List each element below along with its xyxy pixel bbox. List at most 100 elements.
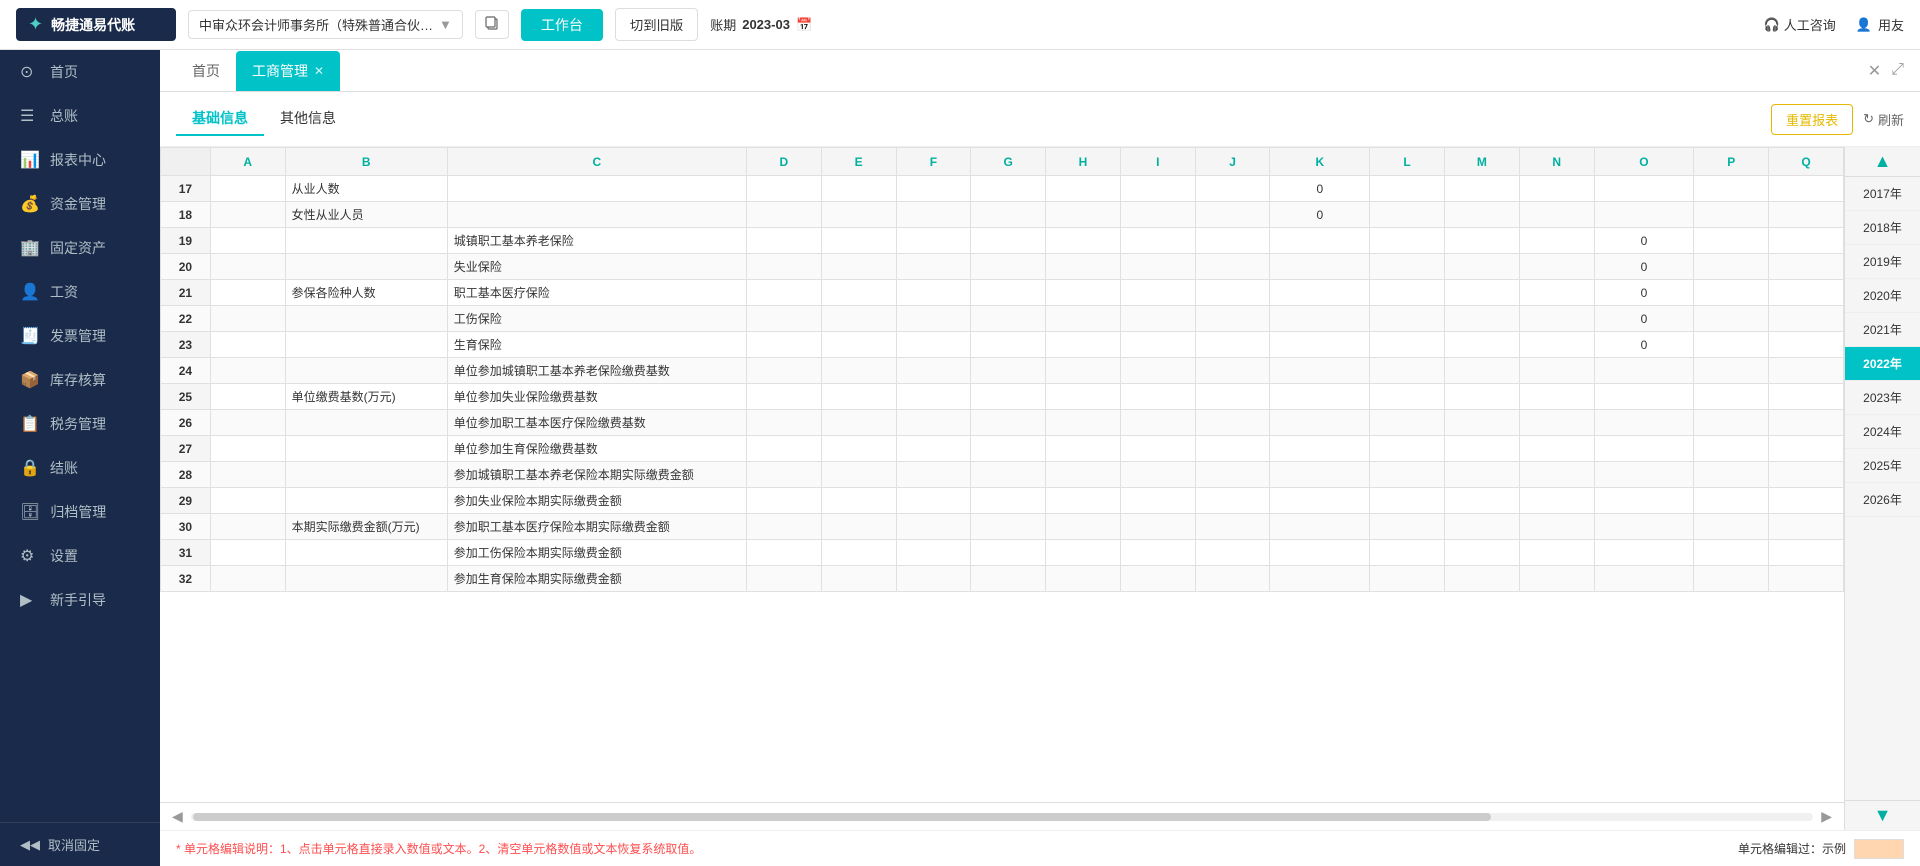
cell-b[interactable] [285,488,447,514]
cell-o[interactable]: 0 [1594,306,1694,332]
cell-l[interactable] [1370,176,1445,202]
cell-d[interactable] [746,410,821,436]
cell-e[interactable] [821,176,896,202]
cell-g[interactable] [971,176,1046,202]
cell-p[interactable] [1694,410,1769,436]
cell-q[interactable] [1769,540,1844,566]
close-window-icon[interactable]: ✕ [1868,61,1881,81]
cell-g[interactable] [971,306,1046,332]
cell-m[interactable] [1445,566,1520,592]
cell-o[interactable] [1594,358,1694,384]
cell-e[interactable] [821,462,896,488]
cell-j[interactable] [1195,176,1270,202]
cell-o[interactable]: 0 [1594,254,1694,280]
cell-f[interactable] [896,514,971,540]
cell-b[interactable]: 单位缴费基数(万元) [285,384,447,410]
cell-m[interactable] [1445,384,1520,410]
cell-n[interactable] [1519,566,1594,592]
cell-f[interactable] [896,202,971,228]
cell-o[interactable] [1594,462,1694,488]
cell-n[interactable] [1519,306,1594,332]
cell-m[interactable] [1445,488,1520,514]
cell-h[interactable] [1046,514,1121,540]
cell-b[interactable] [285,462,447,488]
cell-a[interactable] [210,540,285,566]
cell-q[interactable] [1769,176,1844,202]
cell-n[interactable] [1519,410,1594,436]
consult-button[interactable]: 🎧 人工咨询 [1764,15,1836,34]
cell-n[interactable] [1519,202,1594,228]
cell-b[interactable] [285,358,447,384]
cell-k[interactable] [1270,410,1370,436]
table-row[interactable]: 30本期实际缴费金额(万元)参加职工基本医疗保险本期实际缴费金额 [161,514,1844,540]
cell-a[interactable] [210,228,285,254]
year-item[interactable]: 2024年 [1845,415,1920,449]
cell-i[interactable] [1120,176,1195,202]
tab-close-icon[interactable]: ✕ [314,64,324,78]
cell-d[interactable] [746,358,821,384]
cell-g[interactable] [971,254,1046,280]
table-row[interactable]: 21参保各险种人数职工基本医疗保险0 [161,280,1844,306]
cell-i[interactable] [1120,332,1195,358]
cell-i[interactable] [1120,384,1195,410]
cell-f[interactable] [896,566,971,592]
cell-i[interactable] [1120,410,1195,436]
year-item[interactable]: 2022年 [1845,347,1920,381]
table-row[interactable]: 26单位参加职工基本医疗保险缴费基数 [161,410,1844,436]
cell-c[interactable]: 职工基本医疗保险 [447,280,746,306]
cell-q[interactable] [1769,228,1844,254]
cell-d[interactable] [746,462,821,488]
cell-d[interactable] [746,384,821,410]
cell-d[interactable] [746,280,821,306]
cell-d[interactable] [746,228,821,254]
cell-p[interactable] [1694,254,1769,280]
cell-i[interactable] [1120,514,1195,540]
cell-i[interactable] [1120,566,1195,592]
cell-q[interactable] [1769,462,1844,488]
cell-j[interactable] [1195,202,1270,228]
cell-l[interactable] [1370,254,1445,280]
sidebar-item-settings[interactable]: ⚙ 设置 [0,534,160,578]
cell-h[interactable] [1046,280,1121,306]
cell-k[interactable] [1270,514,1370,540]
cell-b[interactable] [285,332,447,358]
cell-b[interactable]: 从业人数 [285,176,447,202]
cell-e[interactable] [821,254,896,280]
cell-j[interactable] [1195,540,1270,566]
table-row[interactable]: 31参加工伤保险本期实际缴费金额 [161,540,1844,566]
cell-k[interactable] [1270,306,1370,332]
cell-p[interactable] [1694,514,1769,540]
cell-p[interactable] [1694,566,1769,592]
cell-f[interactable] [896,436,971,462]
sidebar-item-tax[interactable]: 📋 税务管理 [0,402,160,446]
cell-p[interactable] [1694,436,1769,462]
cell-a[interactable] [210,514,285,540]
table-row[interactable]: 20失业保险0 [161,254,1844,280]
cell-d[interactable] [746,514,821,540]
cell-c[interactable]: 参加职工基本医疗保险本期实际缴费金额 [447,514,746,540]
cell-g[interactable] [971,228,1046,254]
cell-k[interactable] [1270,566,1370,592]
cell-c[interactable]: 单位参加生育保险缴费基数 [447,436,746,462]
sidebar-item-salary[interactable]: 👤 工资 [0,270,160,314]
cell-j[interactable] [1195,358,1270,384]
cell-m[interactable] [1445,280,1520,306]
cell-j[interactable] [1195,410,1270,436]
cell-o[interactable]: 0 [1594,228,1694,254]
table-row[interactable]: 28参加城镇职工基本养老保险本期实际缴费金额 [161,462,1844,488]
cell-g[interactable] [971,514,1046,540]
cell-n[interactable] [1519,384,1594,410]
table-row[interactable]: 24单位参加城镇职工基本养老保险缴费基数 [161,358,1844,384]
cell-i[interactable] [1120,436,1195,462]
cell-g[interactable] [971,202,1046,228]
cell-j[interactable] [1195,228,1270,254]
copy-button[interactable] [475,10,509,39]
cell-c[interactable]: 参加失业保险本期实际缴费金额 [447,488,746,514]
cell-m[interactable] [1445,202,1520,228]
cell-c[interactable] [447,176,746,202]
cell-p[interactable] [1694,384,1769,410]
table-row[interactable]: 18女性从业人员0 [161,202,1844,228]
cell-e[interactable] [821,306,896,332]
cell-j[interactable] [1195,306,1270,332]
cell-g[interactable] [971,410,1046,436]
